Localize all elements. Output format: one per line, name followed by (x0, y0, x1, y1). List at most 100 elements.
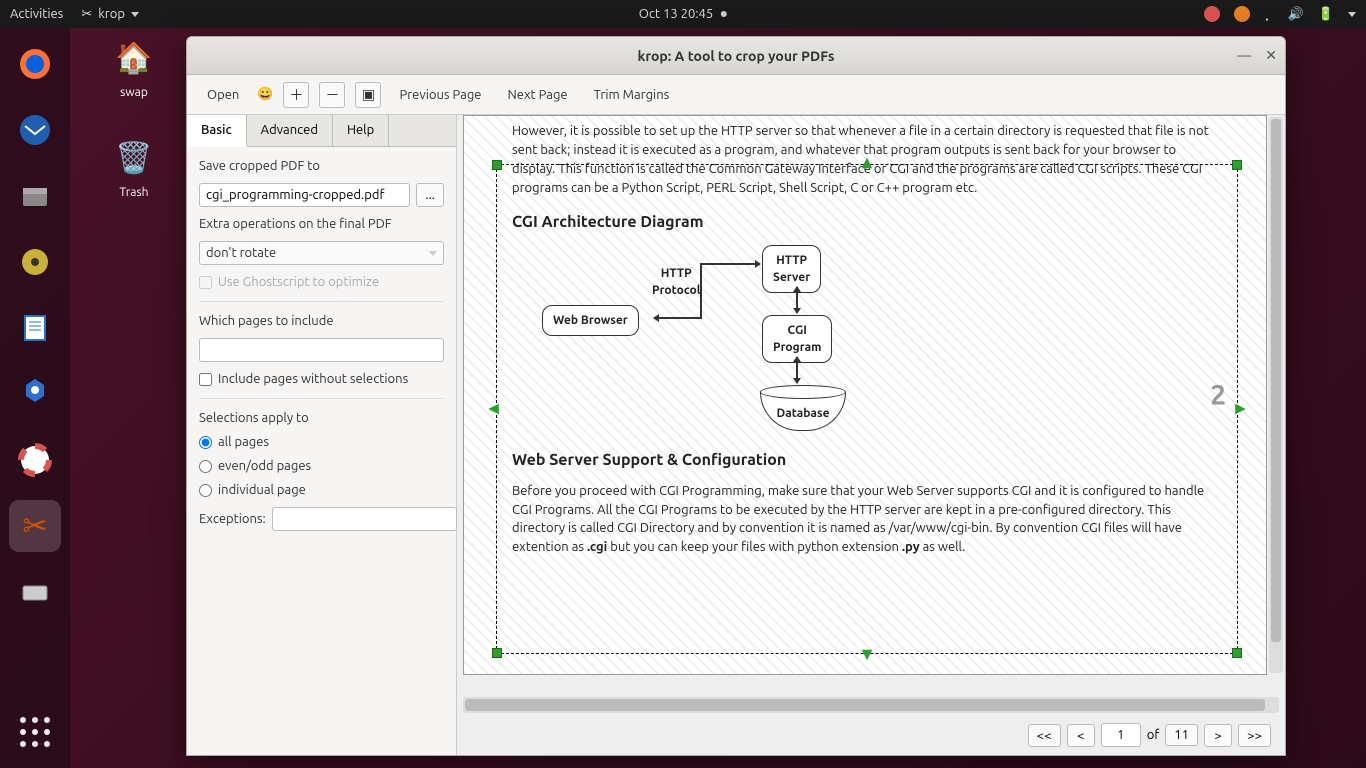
toolbar: Open 😀 ＋ － ▣ Previous Page Next Page Tri… (187, 75, 1285, 115)
crop-handle-r[interactable]: ▼ (1230, 400, 1251, 418)
volume-icon[interactable]: 🔊 (1288, 7, 1304, 22)
include-without-checkbox-input[interactable] (199, 373, 212, 386)
pages-include-label: Which pages to include (199, 314, 444, 328)
dock-thunderbird[interactable] (9, 104, 61, 156)
pdf-viewer: However, it is possible to set up the HT… (457, 115, 1285, 755)
radio-evenodd-label: even/odd pages (218, 459, 311, 473)
ghostscript-checkbox: Use Ghostscript to optimize (199, 275, 444, 289)
status-orange-icon[interactable] (1234, 6, 1250, 22)
radio-evenodd-input[interactable] (199, 460, 212, 473)
extra-ops-label: Extra operations on the final PDF (199, 217, 444, 231)
ghostscript-checkbox-input (199, 276, 212, 289)
status-red-icon[interactable] (1204, 6, 1220, 22)
zoom-in-button[interactable]: ＋ (283, 82, 309, 108)
notification-dot-icon (721, 11, 727, 17)
last-page-button[interactable]: >> (1238, 724, 1271, 747)
scrollbar-thumb[interactable] (465, 699, 1265, 711)
crop-handle-tr[interactable] (1232, 160, 1242, 170)
dock-firefox[interactable] (9, 38, 61, 90)
pdf-page[interactable]: However, it is possible to set up the HT… (463, 115, 1267, 675)
open-button[interactable]: Open (199, 84, 247, 106)
dock-help[interactable] (9, 434, 61, 486)
include-without-checkbox[interactable]: Include pages without selections (199, 372, 444, 386)
radio-all-pages[interactable]: all pages (199, 435, 444, 449)
crop-handle-l[interactable]: ▼ (483, 400, 504, 418)
dock-rhythmbox[interactable] (9, 236, 61, 288)
radio-individual[interactable]: individual page (199, 483, 444, 497)
trash-icon: 🗑️ (110, 134, 158, 182)
scrollbar-thumb[interactable] (1271, 119, 1281, 642)
crop-handle-bl[interactable] (492, 648, 502, 658)
next-page-button-pager[interactable]: > (1204, 724, 1232, 747)
crop-handle-b[interactable]: ▼ (858, 644, 876, 665)
app-menu-label: krop (98, 7, 125, 21)
radio-all-input[interactable] (199, 436, 212, 449)
next-page-button[interactable]: Next Page (500, 84, 576, 106)
canvas[interactable]: However, it is possible to set up the HT… (457, 115, 1285, 697)
minimize-button[interactable]: — (1237, 47, 1251, 64)
krop-window: krop: A tool to crop your PDFs — ✕ Open … (186, 36, 1286, 756)
crop-handle-t[interactable]: ▼ (858, 153, 876, 174)
page-number-overlay: 2 (1210, 380, 1226, 411)
close-button[interactable]: ✕ (1265, 47, 1277, 64)
clock[interactable]: Oct 13 20:45 (639, 7, 727, 21)
save-label: Save cropped PDF to (199, 159, 444, 173)
rotate-select-value: don't rotate (206, 246, 276, 260)
total-pages: 11 (1165, 724, 1198, 746)
dock-writer[interactable] (9, 302, 61, 354)
dock-settings[interactable] (9, 368, 61, 420)
scrollbar-vertical[interactable] (1269, 117, 1283, 673)
dock-disk[interactable] (9, 566, 61, 618)
titlebar[interactable]: krop: A tool to crop your PDFs — ✕ (187, 37, 1285, 75)
radio-even-odd[interactable]: even/odd pages (199, 459, 444, 473)
current-page-input[interactable] (1101, 723, 1141, 747)
fit-button[interactable]: ▣ (355, 82, 381, 108)
window-title: krop: A tool to crop your PDFs (637, 48, 834, 64)
pager-of-label: of (1147, 728, 1160, 742)
chevron-down-icon (131, 12, 139, 17)
crop-selection[interactable]: ▼ ▼ ▼ ▼ (496, 164, 1238, 654)
crop-handle-tl[interactable] (492, 160, 502, 170)
dock-krop[interactable]: ✂ (9, 500, 61, 552)
activities-button[interactable]: Activities (10, 7, 63, 21)
previous-page-button[interactable]: Previous Page (391, 84, 489, 106)
separator (199, 301, 444, 302)
wifi-icon[interactable]: ⡀ (1264, 7, 1274, 22)
trim-margins-button[interactable]: Trim Margins (586, 84, 678, 106)
zoom-out-button[interactable]: － (319, 82, 345, 108)
exceptions-input[interactable] (272, 507, 457, 531)
clock-label: Oct 13 20:45 (639, 7, 713, 21)
pages-include-input[interactable] (199, 338, 444, 362)
tab-help[interactable]: Help (333, 115, 389, 146)
first-page-button[interactable]: << (1028, 724, 1061, 747)
exceptions-label: Exceptions: (199, 512, 266, 526)
emoji-icon[interactable]: 😀 (257, 87, 273, 102)
dock-files[interactable] (9, 170, 61, 222)
radio-individual-input[interactable] (199, 484, 212, 497)
scrollbar-horizontal[interactable] (463, 697, 1279, 713)
rotate-select[interactable]: don't rotate (199, 241, 444, 265)
save-path-input[interactable] (199, 183, 410, 207)
radio-all-label: all pages (218, 435, 269, 449)
scissors-icon: ✂ (81, 7, 92, 22)
desktop-icon-trash[interactable]: 🗑️ Trash (94, 134, 174, 199)
desktop-icon-label: Trash (94, 186, 174, 199)
chevron-down-icon (429, 251, 437, 256)
app-menu[interactable]: ✂ krop (81, 7, 139, 22)
tab-basic[interactable]: Basic (187, 115, 247, 147)
gnome-topbar: Activities ✂ krop Oct 13 20:45 ⡀ 🔊 🔋 (0, 0, 1366, 28)
pager: << < of 11 > >> (457, 715, 1285, 755)
browse-button[interactable]: ... (416, 183, 444, 207)
desktop-icon-swap[interactable]: 🏠 swap (94, 34, 174, 99)
scissors-icon: ✂ (22, 508, 47, 544)
battery-icon[interactable]: 🔋 (1318, 7, 1334, 22)
prev-page-button[interactable]: < (1067, 724, 1095, 747)
desktop-icon-label: swap (94, 86, 174, 99)
crop-handle-br[interactable] (1232, 648, 1242, 658)
tab-advanced[interactable]: Advanced (247, 115, 333, 146)
dock-show-apps[interactable] (9, 706, 61, 758)
home-icon: 🏠 (110, 34, 158, 82)
system-menu-chevron-icon[interactable] (1348, 12, 1356, 17)
radio-individual-label: individual page (218, 483, 306, 497)
include-without-label: Include pages without selections (218, 372, 408, 386)
